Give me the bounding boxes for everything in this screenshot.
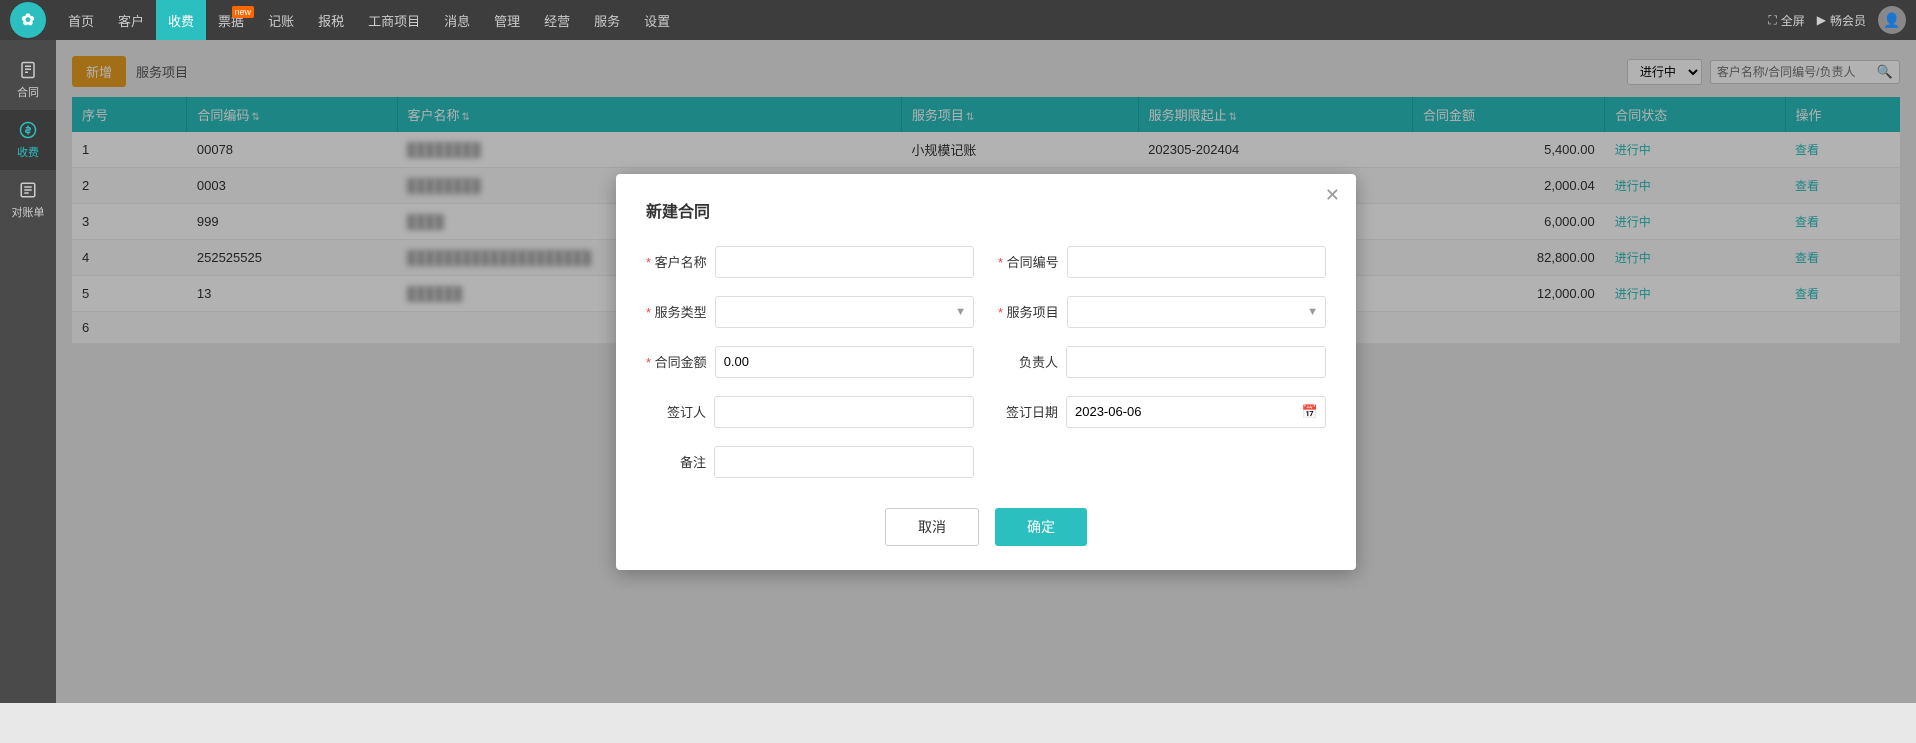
sidebar: 合同 收费 对账单 xyxy=(0,40,56,703)
member-icon: ▶ xyxy=(1817,13,1826,27)
nav-item-fee[interactable]: 收费 xyxy=(156,0,206,40)
contract-amount-group: 合同金额 xyxy=(646,346,974,378)
confirm-button[interactable]: 确定 xyxy=(995,508,1087,546)
sidebar-item-fee[interactable]: 收费 xyxy=(0,110,56,170)
nav-item-tax[interactable]: 报税 xyxy=(306,0,356,40)
remark-label: 备注 xyxy=(646,452,706,471)
form-row-3: 合同金额 负责人 xyxy=(646,346,1326,378)
app-logo: ✿ xyxy=(10,2,46,38)
responsible-input[interactable] xyxy=(1066,346,1326,378)
nav-item-business[interactable]: 工商项目 xyxy=(356,0,432,40)
nav-item-accounting[interactable]: 记账 xyxy=(256,0,306,40)
fee-icon xyxy=(18,120,38,140)
form-row-4: 签订人 签订日期 📅 xyxy=(646,396,1326,428)
contract-icon xyxy=(18,60,38,80)
modal-overlay: 新建合同 ✕ 客户名称 合同编号 服务类型 ▼ xyxy=(56,40,1916,703)
customer-name-input[interactable] xyxy=(715,246,974,278)
fullscreen-icon: ⛶ xyxy=(1768,13,1776,28)
customer-name-group: 客户名称 xyxy=(646,246,974,278)
sign-date-group: 签订日期 📅 xyxy=(998,396,1326,428)
service-item-group: 服务项目 ▼ xyxy=(998,296,1326,328)
sidebar-item-contract[interactable]: 合同 xyxy=(0,50,56,110)
statement-icon xyxy=(18,180,38,200)
service-type-label: 服务类型 xyxy=(646,302,707,321)
new-badge: new xyxy=(232,6,255,18)
contract-amount-input[interactable] xyxy=(715,346,974,378)
top-navigation: ✿ 首页 客户 收费 票据 new 记账 报税 工商项目 消息 管理 经营 服务… xyxy=(0,0,1916,40)
remark-input[interactable] xyxy=(714,446,974,478)
nav-item-message[interactable]: 消息 xyxy=(432,0,482,40)
signer-input[interactable] xyxy=(714,396,974,428)
fullscreen-button[interactable]: ⛶ 全屏 xyxy=(1768,12,1804,29)
sign-date-input[interactable] xyxy=(1066,396,1326,428)
contract-no-label: 合同编号 xyxy=(998,252,1059,271)
responsible-group: 负责人 xyxy=(998,346,1326,378)
modal-footer: 取消 确定 xyxy=(646,508,1326,546)
responsible-label: 负责人 xyxy=(998,352,1058,371)
modal-close-button[interactable]: ✕ xyxy=(1325,186,1340,204)
cancel-button[interactable]: 取消 xyxy=(885,508,979,546)
form-row-2: 服务类型 ▼ 服务项目 ▼ xyxy=(646,296,1326,328)
nav-item-operation[interactable]: 经营 xyxy=(532,0,582,40)
service-item-label: 服务项目 xyxy=(998,302,1059,321)
service-item-select-wrap: ▼ xyxy=(1067,296,1326,328)
member-button[interactable]: ▶ 畅会员 xyxy=(1817,12,1866,29)
nav-item-service[interactable]: 服务 xyxy=(582,0,632,40)
nav-item-home[interactable]: 首页 xyxy=(56,0,106,40)
form-row-1: 客户名称 合同编号 xyxy=(646,246,1326,278)
service-type-select-wrap: ▼ xyxy=(715,296,974,328)
nav-item-invoice[interactable]: 票据 new xyxy=(206,0,256,40)
nav-item-customer[interactable]: 客户 xyxy=(106,0,156,40)
contract-no-input[interactable] xyxy=(1067,246,1326,278)
contract-amount-label: 合同金额 xyxy=(646,352,707,371)
sign-date-label: 签订日期 xyxy=(998,402,1058,421)
sign-date-wrap: 📅 xyxy=(1066,396,1326,428)
nav-item-settings[interactable]: 设置 xyxy=(632,0,682,40)
service-type-select[interactable] xyxy=(715,296,974,328)
nav-item-manage[interactable]: 管理 xyxy=(482,0,532,40)
service-item-select[interactable] xyxy=(1067,296,1326,328)
new-contract-modal: 新建合同 ✕ 客户名称 合同编号 服务类型 ▼ xyxy=(616,174,1356,570)
nav-right: ⛶ 全屏 ▶ 畅会员 👤 xyxy=(1768,6,1906,34)
signer-group: 签订人 xyxy=(646,396,974,428)
contract-no-group: 合同编号 xyxy=(998,246,1326,278)
avatar[interactable]: 👤 xyxy=(1878,6,1906,34)
avatar-icon: 👤 xyxy=(1883,12,1900,29)
signer-label: 签订人 xyxy=(646,402,706,421)
form-row-5: 备注 xyxy=(646,446,1326,478)
modal-title: 新建合同 xyxy=(646,198,1326,222)
remark-group: 备注 xyxy=(646,446,974,478)
service-type-group: 服务类型 ▼ xyxy=(646,296,974,328)
customer-name-label: 客户名称 xyxy=(646,252,707,271)
sidebar-item-statement[interactable]: 对账单 xyxy=(0,170,56,230)
